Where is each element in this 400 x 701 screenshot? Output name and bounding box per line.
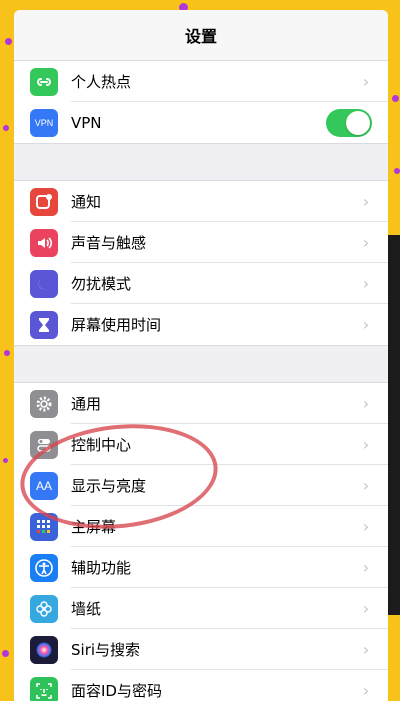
settings-row-label: 勿扰模式	[71, 275, 132, 293]
settings-list: 个人热点 › VPN VPN 通知 › 声音与触感 › 勿扰模式 › 屏幕使用时间 › 通用 › 控制中心 ›…	[14, 61, 388, 701]
settings-row-accessibility[interactable]: 辅助功能 ›	[14, 547, 388, 588]
chevron-right-icon: ›	[362, 517, 370, 536]
settings-row-hotspot[interactable]: 个人热点 ›	[14, 61, 388, 102]
settings-group: 通用 › 控制中心 › AA 显示与亮度 › 主屏幕 › 辅助功能 › 墙纸 › Siri与搜索 › 面容ID…	[14, 383, 388, 701]
chevron-right-icon: ›	[362, 394, 370, 413]
sound-icon	[30, 228, 58, 257]
settings-row-label: 屏幕使用时间	[71, 316, 162, 334]
chevron-right-icon: ›	[362, 72, 370, 91]
decor-dot	[5, 38, 12, 45]
vpn-toggle[interactable]	[326, 108, 372, 137]
settings-screen: 设置 个人热点 › VPN VPN 通知 › 声音与触感 › 勿扰模式 › 屏幕使用时间 › 通用 › 控制…	[14, 10, 388, 701]
settings-row-wallpaper[interactable]: 墙纸 ›	[14, 588, 388, 629]
settings-row-siri[interactable]: Siri与搜索 ›	[14, 629, 388, 670]
chevron-right-icon: ›	[362, 274, 370, 293]
decor-dot	[392, 95, 399, 102]
hotspot-icon	[30, 67, 58, 96]
moon-icon	[30, 269, 58, 298]
navigation-bar: 设置	[14, 10, 388, 61]
settings-row-label: 通知	[71, 193, 102, 211]
chevron-right-icon: ›	[362, 681, 370, 700]
settings-row-label: 通用	[71, 395, 102, 413]
settings-row-face-id[interactable]: 面容ID与密码 ›	[14, 670, 388, 701]
face-id-icon	[30, 676, 58, 701]
settings-row-control-center[interactable]: 控制中心 ›	[14, 424, 388, 465]
vpn-icon: VPN	[30, 108, 58, 137]
chevron-right-icon: ›	[362, 599, 370, 618]
page-title: 设置	[184, 27, 217, 46]
settings-row-label: 控制中心	[71, 436, 132, 454]
settings-row-label: VPN	[71, 113, 102, 132]
decor-dot	[3, 125, 9, 131]
decor-dot	[3, 458, 8, 463]
icon-text: AA	[35, 478, 52, 493]
chevron-right-icon: ›	[362, 192, 370, 211]
settings-row-label: 辅助功能	[71, 559, 132, 577]
settings-row-hourglass[interactable]: 屏幕使用时间 ›	[14, 304, 388, 345]
settings-row-moon[interactable]: 勿扰模式 ›	[14, 263, 388, 304]
notifications-icon	[30, 187, 58, 216]
section-separator	[14, 345, 388, 383]
settings-row-label: 显示与亮度	[71, 477, 147, 495]
icon-text: VPN	[34, 117, 54, 128]
settings-group: 个人热点 › VPN VPN	[14, 61, 388, 143]
control-center-icon	[30, 430, 58, 459]
settings-row-vpn[interactable]: VPN VPN	[14, 102, 388, 143]
settings-group: 通知 › 声音与触感 › 勿扰模式 › 屏幕使用时间 ›	[14, 181, 388, 345]
settings-row-gear[interactable]: 通用 ›	[14, 383, 388, 424]
siri-icon	[30, 635, 58, 664]
settings-row-label: 墙纸	[71, 600, 102, 618]
settings-row-label: 个人热点	[71, 73, 132, 91]
chevron-right-icon: ›	[362, 435, 370, 454]
chevron-right-icon: ›	[362, 640, 370, 659]
settings-row-display-brightness[interactable]: AA 显示与亮度 ›	[14, 465, 388, 506]
gear-icon	[30, 389, 58, 418]
chevron-right-icon: ›	[362, 315, 370, 334]
chevron-right-icon: ›	[362, 558, 370, 577]
settings-row-sound[interactable]: 声音与触感 ›	[14, 222, 388, 263]
settings-row-label: 面容ID与密码	[71, 682, 162, 700]
home-screen-icon	[30, 512, 58, 541]
background-shape	[388, 235, 400, 615]
settings-row-home-screen[interactable]: 主屏幕 ›	[14, 506, 388, 547]
chevron-right-icon: ›	[362, 233, 370, 252]
chevron-right-icon: ›	[362, 476, 370, 495]
settings-row-label: Siri与搜索	[71, 641, 141, 659]
decor-dot	[2, 650, 9, 657]
display-brightness-icon: AA	[30, 471, 58, 500]
hourglass-icon	[30, 310, 58, 339]
settings-row-label: 声音与触感	[71, 234, 147, 252]
decor-dot	[394, 168, 400, 174]
section-separator	[14, 143, 388, 181]
settings-row-label: 主屏幕	[71, 518, 117, 536]
settings-row-notifications[interactable]: 通知 ›	[14, 181, 388, 222]
decor-dot	[4, 350, 10, 356]
wallpaper-icon	[30, 594, 58, 623]
accessibility-icon	[30, 553, 58, 582]
